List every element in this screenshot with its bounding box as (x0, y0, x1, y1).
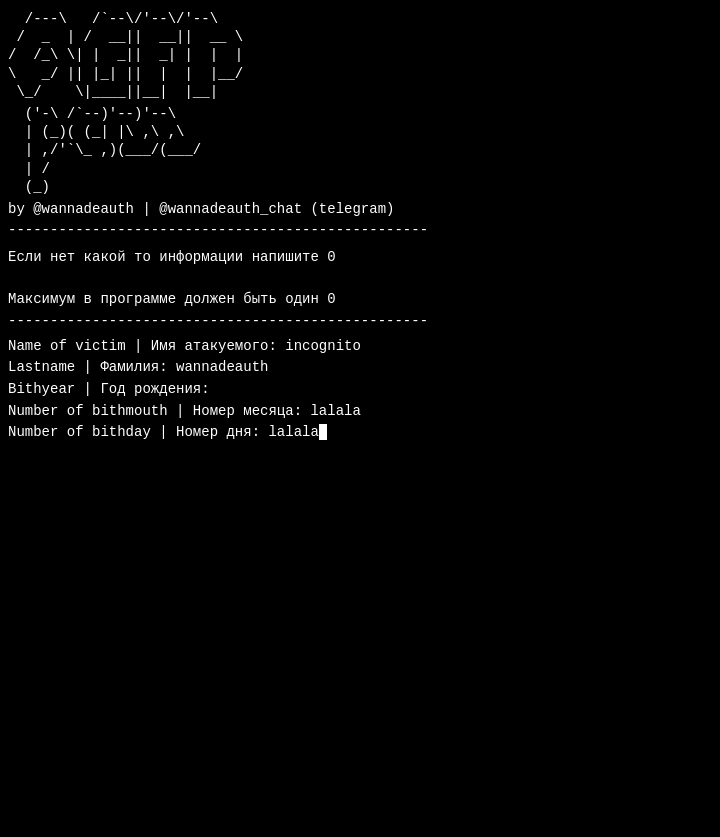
name-line: Name of victim | Имя атакуемого: incogni… (8, 336, 712, 358)
lastname-value: wannadeauth (176, 359, 268, 375)
by-line: by @wannadeauth | @wannadeauth_chat (tel… (8, 200, 712, 220)
birthyear-label: Bithyear | Год рождения: (8, 381, 210, 397)
ascii-art-gem: /---\ /`--\/'--\/'--\ / _ | / __|| __|| … (8, 10, 712, 101)
separator-1: ----------------------------------------… (8, 221, 712, 241)
blank-line-1 (8, 268, 712, 289)
info-line-2: Максимум в программе должен быть один 0 (8, 289, 712, 310)
birthmonth-label: Number of bithmouth | Номер месяца: (8, 403, 302, 419)
info-block: Если нет какой то информации напишите 0 … (8, 247, 712, 310)
lastname-label: Lastname | Фамилия: (8, 359, 168, 375)
lastname-line: Lastname | Фамилия: wannadeauth (8, 357, 712, 379)
birthmonth-line: Number of bithmouth | Номер месяца: lala… (8, 401, 712, 423)
name-value: incognito (285, 338, 361, 354)
separator-2: ----------------------------------------… (8, 312, 712, 332)
data-section: Name of victim | Имя атакуемого: incogni… (8, 336, 712, 444)
birthday-line: Number of bithday | Номер дня: lalala (8, 422, 712, 444)
name-label: Name of victim | Имя атакуемого: (8, 338, 277, 354)
birthyear-line: Bithyear | Год рождения: (8, 379, 712, 401)
info-line-1: Если нет какой то информации напишите 0 (8, 247, 712, 268)
birthday-value: lalala (268, 424, 318, 440)
birthmonth-value: lalala (310, 403, 360, 419)
cursor (319, 424, 327, 440)
ascii-art-big: ('-\ /`--)'--)'--\ | (_)( (_| |\ ,\ ,\ |… (8, 105, 712, 196)
birthday-label: Number of bithday | Номер дня: (8, 424, 260, 440)
